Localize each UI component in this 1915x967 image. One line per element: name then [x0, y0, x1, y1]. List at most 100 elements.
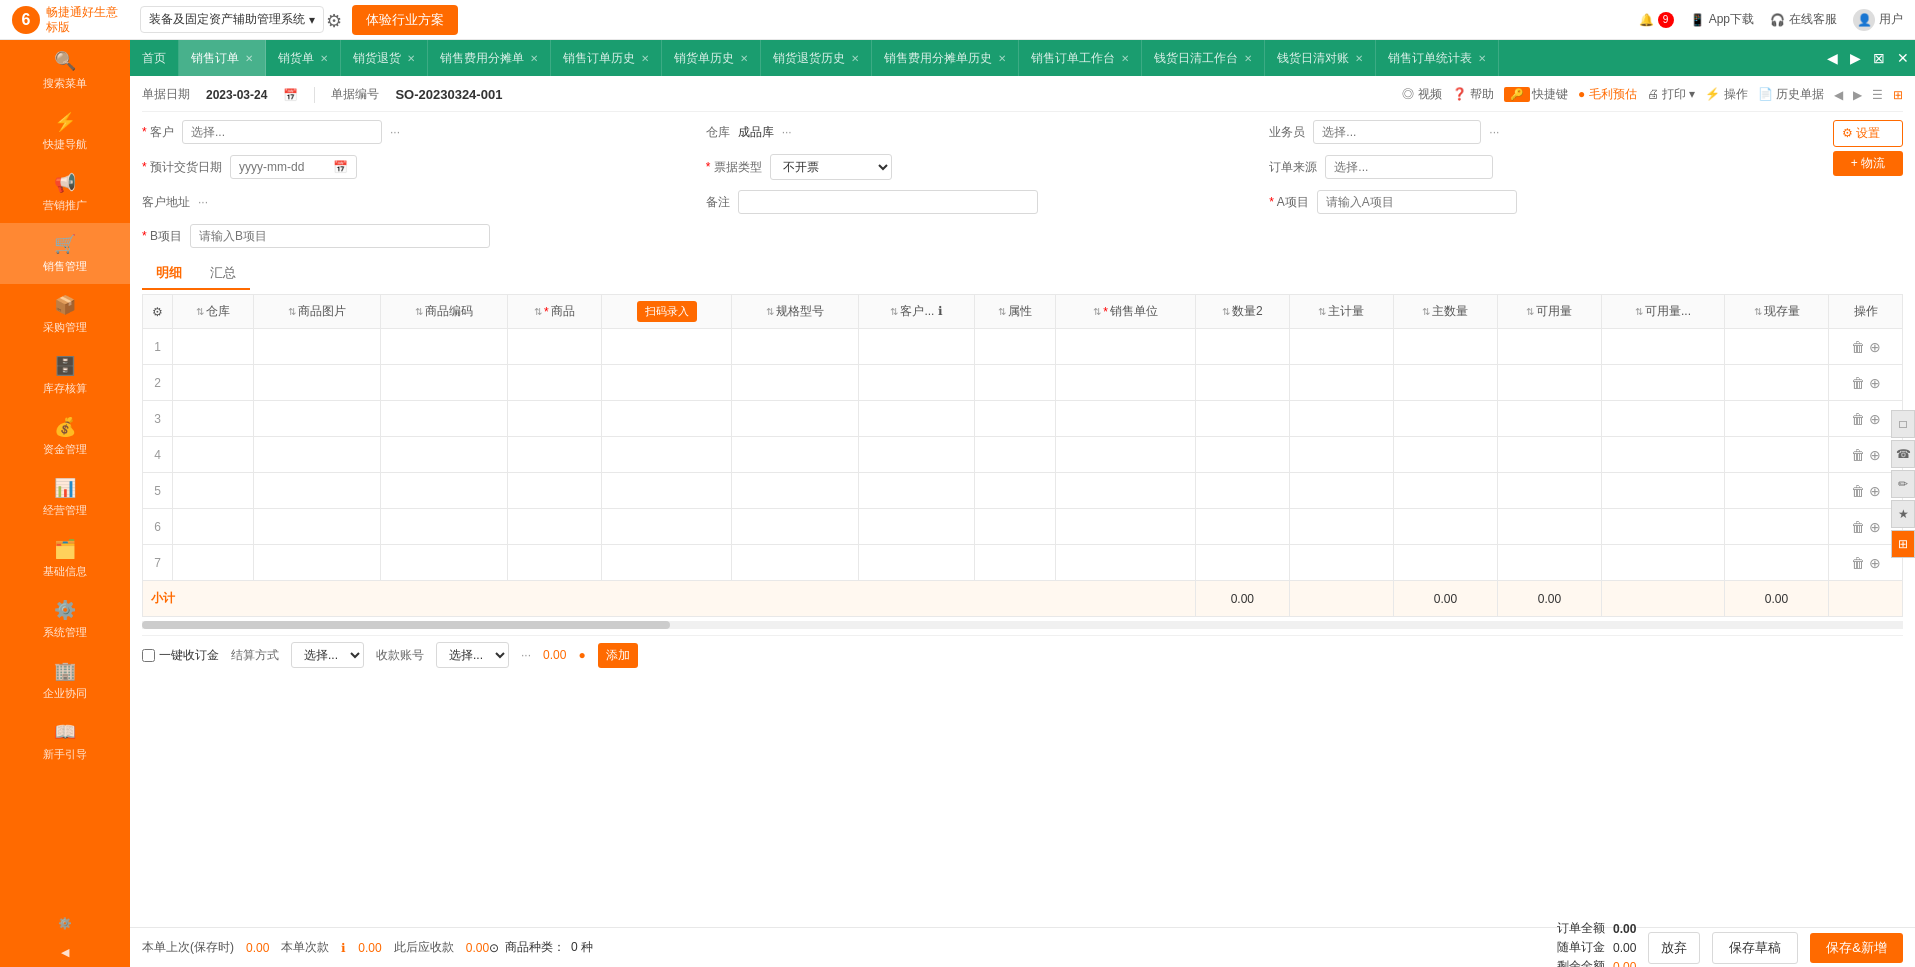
row-unit[interactable]	[1056, 329, 1195, 365]
tab-summary[interactable]: 汇总	[196, 258, 250, 288]
row-available[interactable]	[1497, 365, 1601, 401]
row-warehouse[interactable]	[173, 545, 254, 581]
sidebar-item-base[interactable]: 🗂️ 基础信息	[0, 528, 130, 589]
a-project-input[interactable]	[1317, 190, 1517, 214]
row-product[interactable]	[507, 437, 601, 473]
row-main-qty[interactable]	[1393, 437, 1497, 473]
row-stock[interactable]	[1725, 365, 1829, 401]
calendar-icon[interactable]: 📅	[283, 88, 298, 102]
row-customer-code[interactable]	[859, 437, 975, 473]
row-code[interactable]	[381, 545, 508, 581]
row-warehouse[interactable]	[173, 509, 254, 545]
row-main-unit[interactable]	[1289, 365, 1393, 401]
sidebar-item-system[interactable]: ⚙️ 系统管理	[0, 589, 130, 650]
row-spec[interactable]	[732, 329, 859, 365]
tab-close-icon[interactable]: ✕	[1121, 53, 1129, 64]
add-payment-btn[interactable]: 添加	[598, 643, 638, 668]
grid-view-icon[interactable]: ⊞	[1893, 88, 1903, 102]
tab-expand-btn[interactable]: ⊠	[1867, 50, 1891, 66]
invoice-type-select[interactable]: 不开票 增值税普通发票 增值税专用发票	[770, 154, 892, 180]
row-product[interactable]	[507, 473, 601, 509]
row-copy-btn[interactable]: ⊕	[1869, 483, 1881, 499]
sidebar-item-marketing[interactable]: 📢 营销推广	[0, 162, 130, 223]
tab-fee-history[interactable]: 销售费用分摊单历史 ✕	[872, 40, 1019, 76]
row-warehouse[interactable]	[173, 473, 254, 509]
float-btn-2[interactable]: ☎	[1891, 440, 1915, 468]
notes-input[interactable]	[738, 190, 1038, 214]
tab-sales-fee[interactable]: 销售费用分摊单 ✕	[428, 40, 551, 76]
table-scrollbar[interactable]	[142, 621, 1903, 629]
row-unit[interactable]	[1056, 545, 1195, 581]
row-qty2[interactable]	[1195, 545, 1289, 581]
row-delete-btn[interactable]: 🗑	[1851, 411, 1865, 427]
row-main-qty[interactable]	[1393, 509, 1497, 545]
row-available2[interactable]	[1602, 509, 1725, 545]
row-spec[interactable]	[732, 545, 859, 581]
row-available[interactable]	[1497, 509, 1601, 545]
row-attributes[interactable]	[975, 545, 1056, 581]
row-attributes[interactable]	[975, 509, 1056, 545]
tab-close-icon[interactable]: ✕	[740, 53, 748, 64]
row-copy-btn[interactable]: ⊕	[1869, 375, 1881, 391]
tab-sales-return[interactable]: 销货退货 ✕	[341, 40, 428, 76]
row-warehouse[interactable]	[173, 329, 254, 365]
row-qty2[interactable]	[1195, 365, 1289, 401]
preview-link[interactable]: ◎ 视频	[1402, 86, 1441, 103]
tab-close-icon[interactable]: ✕	[1244, 53, 1252, 64]
row-warehouse[interactable]	[173, 401, 254, 437]
tab-close-icon[interactable]: ✕	[530, 53, 538, 64]
row-customer-code[interactable]	[859, 401, 975, 437]
row-product[interactable]	[507, 329, 601, 365]
row-available2[interactable]	[1602, 473, 1725, 509]
row-unit[interactable]	[1056, 365, 1195, 401]
row-customer-code[interactable]	[859, 545, 975, 581]
profit-link[interactable]: ● 毛利预估	[1578, 86, 1637, 103]
row-attributes[interactable]	[975, 401, 1056, 437]
sidebar-item-finance[interactable]: 💰 资金管理	[0, 406, 130, 467]
sidebar-item-quick-nav[interactable]: ⚡ 快捷导航	[0, 101, 130, 162]
addr-dots[interactable]: ···	[198, 195, 208, 209]
row-code[interactable]	[381, 365, 508, 401]
row-main-unit[interactable]	[1289, 545, 1393, 581]
row-main-qty[interactable]	[1393, 401, 1497, 437]
tab-sales-return-history[interactable]: 销货退货历史 ✕	[761, 40, 872, 76]
row-delete-btn[interactable]: 🗑	[1851, 447, 1865, 463]
online-support-item[interactable]: 🎧 在线客服	[1770, 11, 1837, 28]
row-main-unit[interactable]	[1289, 437, 1393, 473]
user-item[interactable]: 👤 用户	[1853, 9, 1903, 31]
delivery-date-input[interactable]: 📅	[230, 155, 357, 179]
warehouse-dots[interactable]: ···	[782, 125, 792, 139]
row-unit[interactable]	[1056, 401, 1195, 437]
settlement-select[interactable]: 选择...	[291, 642, 364, 668]
salesperson-input[interactable]	[1313, 120, 1481, 144]
row-main-unit[interactable]	[1289, 329, 1393, 365]
history-link[interactable]: 📄 历史单据	[1758, 86, 1824, 103]
tab-detail[interactable]: 明细	[142, 258, 196, 290]
arrow-right-icon[interactable]: ▶	[1853, 88, 1862, 102]
tab-sales-order[interactable]: 销售订单 ✕	[179, 40, 266, 76]
row-delete-btn[interactable]: 🗑	[1851, 555, 1865, 571]
row-spec[interactable]	[732, 473, 859, 509]
row-delete-btn[interactable]: 🗑	[1851, 519, 1865, 535]
delivery-date-text[interactable]	[239, 160, 329, 174]
tab-close-icon[interactable]: ✕	[1478, 53, 1486, 64]
save-new-btn[interactable]: 保存&新增	[1810, 933, 1903, 963]
print-link[interactable]: 🖨 打印 ▾	[1647, 86, 1696, 103]
customer-input[interactable]	[182, 120, 382, 144]
sidebar-settings[interactable]: ⚙️	[0, 909, 130, 938]
row-available2[interactable]	[1602, 437, 1725, 473]
row-main-qty[interactable]	[1393, 329, 1497, 365]
row-attributes[interactable]	[975, 365, 1056, 401]
tab-next-btn[interactable]: ▶	[1844, 50, 1867, 66]
tab-close-icon[interactable]: ✕	[1355, 53, 1363, 64]
row-warehouse[interactable]	[173, 365, 254, 401]
sidebar-item-guide[interactable]: 📖 新手引导	[0, 711, 130, 772]
row-code[interactable]	[381, 329, 508, 365]
row-customer-code[interactable]	[859, 329, 975, 365]
row-code[interactable]	[381, 473, 508, 509]
row-customer-code[interactable]	[859, 365, 975, 401]
row-attributes[interactable]	[975, 437, 1056, 473]
row-qty2[interactable]	[1195, 401, 1289, 437]
settings-btn[interactable]: ⚙ 设置	[1833, 120, 1903, 147]
row-delete-btn[interactable]: 🗑	[1851, 339, 1865, 355]
